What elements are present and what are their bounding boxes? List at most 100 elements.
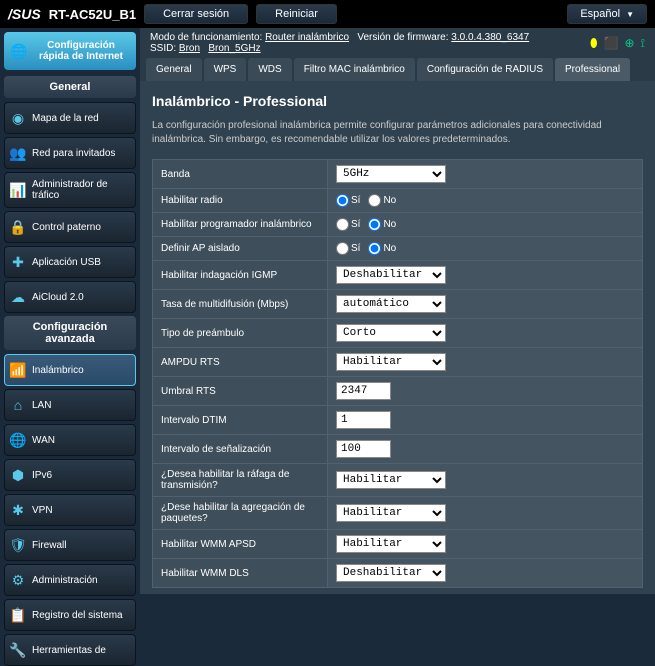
sidebar-icon: ◉ xyxy=(9,109,27,127)
setting-select[interactable]: 5GHz xyxy=(336,165,446,183)
setting-label: Umbral RTS xyxy=(153,377,328,406)
logout-button[interactable]: Cerrar sesión xyxy=(144,4,248,24)
sidebar-item[interactable]: ☁ AiCloud 2.0 xyxy=(4,281,136,313)
sidebar-icon: ✚ xyxy=(9,253,27,271)
setting-input[interactable] xyxy=(336,440,391,458)
sidebar-icon: 📶 xyxy=(9,361,27,379)
setting-select[interactable]: Deshabilitar xyxy=(336,564,446,582)
radio-no[interactable]: No xyxy=(368,194,396,207)
globe-icon: 🌐 xyxy=(10,42,28,60)
qis-button[interactable]: 🌐 Configuración rápida de Internet xyxy=(4,32,136,70)
status-icon-4: ⟟ xyxy=(641,36,645,51)
radio-yes[interactable]: Sí xyxy=(336,242,360,255)
setting-label: Habilitar radio xyxy=(153,189,328,213)
radio-no[interactable]: No xyxy=(368,242,396,255)
sidebar-item[interactable]: 🌐WAN xyxy=(4,424,136,456)
radio-yes[interactable]: Sí xyxy=(336,194,360,207)
setting-select[interactable]: automático xyxy=(336,295,446,313)
sidebar-icon: ✱ xyxy=(9,501,27,519)
brand-logo: /SUS xyxy=(8,6,41,22)
sidebar-item[interactable]: ⚙Administración xyxy=(4,564,136,596)
sidebar-item-label: AiCloud 2.0 xyxy=(32,292,84,303)
sidebar-item[interactable]: ✱VPN xyxy=(4,494,136,526)
tab[interactable]: General xyxy=(146,58,202,81)
tab[interactable]: Filtro MAC inalámbrico xyxy=(294,58,415,81)
setting-select[interactable]: Habilitar xyxy=(336,353,446,371)
setting-select[interactable]: Corto xyxy=(336,324,446,342)
sidebar-item[interactable]: 🔒Control paterno xyxy=(4,211,136,243)
sidebar-item[interactable]: ⬢IPv6 xyxy=(4,459,136,491)
setting-label: Definir AP aislado xyxy=(153,237,328,261)
setting-row: Habilitar radio Sí No xyxy=(153,189,643,213)
tab[interactable]: WPS xyxy=(204,58,247,81)
main-panel: Modo de funcionamiento: Router inalámbri… xyxy=(140,28,655,594)
setting-select[interactable]: Habilitar xyxy=(336,535,446,553)
sidebar-item-label: WAN xyxy=(32,435,55,446)
setting-row: ¿Desea habilitar la ráfaga de transmisió… xyxy=(153,464,643,497)
status-icon-3: ⊕ xyxy=(624,36,634,51)
sidebar-item[interactable]: 📶 Inalámbrico xyxy=(4,354,136,386)
setting-label: Habilitar WMM APSD xyxy=(153,530,328,559)
setting-select[interactable]: Habilitar xyxy=(336,504,446,522)
setting-label: Intervalo DTIM xyxy=(153,406,328,435)
setting-label: Habilitar programador inalámbrico xyxy=(153,213,328,237)
tab[interactable]: Configuración de RADIUS xyxy=(417,58,553,81)
reboot-button[interactable]: Reiniciar xyxy=(256,4,337,24)
setting-row: Tasa de multidifusión (Mbps) automático xyxy=(153,290,643,319)
setting-input[interactable] xyxy=(336,382,391,400)
sidebar-item-label: Herramientas de xyxy=(32,645,106,656)
tab[interactable]: WDS xyxy=(248,58,291,81)
setting-row: Tipo de preámbuloCorto xyxy=(153,319,643,348)
sidebar-item[interactable]: 📋 Registro del sistema xyxy=(4,599,136,631)
sidebar-item-label: Red para invitados xyxy=(32,148,115,159)
status-icon-1: ⬮ xyxy=(590,36,598,51)
sidebar-icon: 📊 xyxy=(9,181,27,199)
sidebar-item[interactable]: 📊 Administrador de tráfico xyxy=(4,172,136,208)
tab[interactable]: Professional xyxy=(555,58,630,81)
setting-row: Habilitar programador inalámbrico Sí No xyxy=(153,213,643,237)
sidebar-item-label: LAN xyxy=(32,400,51,411)
radio-yes[interactable]: Sí xyxy=(336,218,360,231)
model-name: RT-AC52U_B1 xyxy=(49,7,136,22)
sidebar-item[interactable]: ✚ Aplicación USB xyxy=(4,246,136,278)
setting-row: ¿Dese habilitar la agregación de paquete… xyxy=(153,497,643,530)
sidebar-item-label: Administrador de tráfico xyxy=(32,179,131,201)
sidebar-icon: ☁ xyxy=(9,288,27,306)
setting-row: Habilitar indagación IGMPDeshabilitar xyxy=(153,261,643,290)
sidebar-icon: ⬢ xyxy=(9,466,27,484)
sidebar-item[interactable]: ◉Mapa de la red xyxy=(4,102,136,134)
setting-label: ¿Desea habilitar la ráfaga de transmisió… xyxy=(153,464,328,497)
sidebar-icon: ⚙ xyxy=(9,571,27,589)
sidebar-icon: 📋 xyxy=(9,606,27,624)
setting-row: Habilitar WMM DLSDeshabilitar xyxy=(153,559,643,588)
setting-row: AMPDU RTSHabilitar xyxy=(153,348,643,377)
setting-row: Umbral RTS xyxy=(153,377,643,406)
page-description: La configuración profesional inalámbrica… xyxy=(152,119,643,147)
radio-no[interactable]: No xyxy=(368,218,396,231)
setting-select[interactable]: Habilitar xyxy=(336,471,446,489)
setting-label: ¿Dese habilitar la agregación de paquete… xyxy=(153,497,328,530)
sidebar-item[interactable]: 🔧Herramientas de xyxy=(4,634,136,666)
sidebar-item-label: Aplicación USB xyxy=(32,257,101,268)
sidebar-item[interactable]: 👥Red para invitados xyxy=(4,137,136,169)
setting-row: Intervalo DTIM xyxy=(153,406,643,435)
sidebar-icon: 🔒 xyxy=(9,218,27,236)
sidebar-item-label: Registro del sistema xyxy=(32,610,123,621)
status-icon-2: ⬛ xyxy=(604,36,619,51)
setting-select[interactable]: Deshabilitar xyxy=(336,266,446,284)
tabs: GeneralWPSWDSFiltro MAC inalámbricoConfi… xyxy=(140,58,655,81)
setting-label: Tasa de multidifusión (Mbps) xyxy=(153,290,328,319)
info-bar: Modo de funcionamiento: Router inalámbri… xyxy=(140,28,655,58)
firmware-link[interactable]: 3.0.0.4.380_6347 xyxy=(451,32,529,43)
language-dropdown[interactable]: Español xyxy=(567,4,647,24)
sidebar: 🌐 Configuración rápida de Internet Gener… xyxy=(0,28,140,594)
mode-link[interactable]: Router inalámbrico xyxy=(265,32,349,43)
setting-label: Banda xyxy=(153,160,328,189)
ssid2-link[interactable]: Bron_5GHz xyxy=(208,43,260,54)
setting-input[interactable] xyxy=(336,411,391,429)
setting-row: Habilitar WMM APSD Habilitar xyxy=(153,530,643,559)
sidebar-item[interactable]: ⌂LAN xyxy=(4,389,136,421)
ssid1-link[interactable]: Bron xyxy=(179,43,200,54)
sidebar-item-label: Inalámbrico xyxy=(32,365,84,376)
sidebar-item[interactable]: 🛡Firewall xyxy=(4,529,136,561)
